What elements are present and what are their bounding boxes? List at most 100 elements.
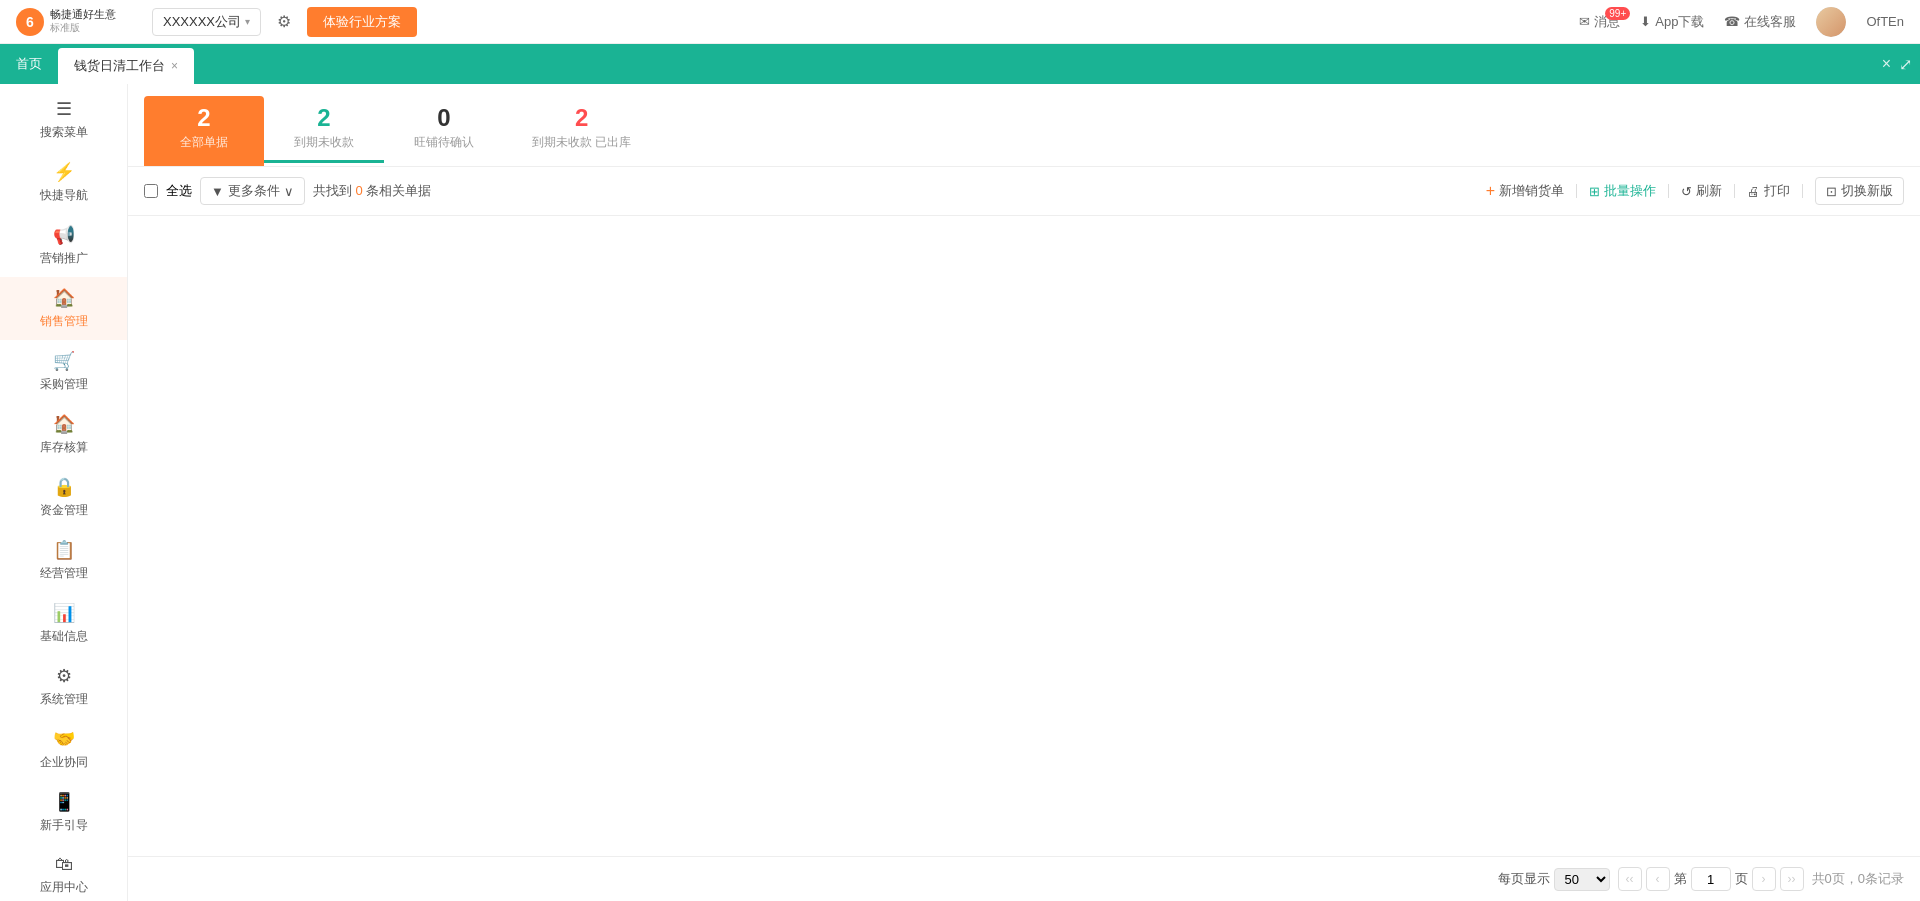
sidebar-label-sales: 销售管理: [40, 313, 88, 330]
sidebar-item-guide[interactable]: 📱 新手引导: [0, 781, 127, 844]
stat-tab-overdue-unpaid[interactable]: 2 到期未收款: [264, 96, 384, 166]
batch-icon: ⊞: [1589, 184, 1600, 199]
plus-icon: +: [1486, 182, 1495, 200]
switch-icon: ⊡: [1826, 184, 1837, 199]
separator-3: [1734, 184, 1735, 198]
finance-icon: 🔒: [53, 476, 75, 498]
batch-label: 批量操作: [1604, 182, 1656, 200]
app-download-label: App下载: [1655, 13, 1704, 31]
content-area: 2 全部单据 2 到期未收款 0 旺铺待确认 2 到期未收款 已出库 全选: [128, 84, 1920, 901]
sidebar-item-search-menu[interactable]: ☰ 搜索菜单: [0, 88, 127, 151]
sidebar-item-inventory[interactable]: 🏠 库存核算: [0, 403, 127, 466]
sidebar-item-purchase[interactable]: 🛒 采购管理: [0, 340, 127, 403]
switch-label: 切换新版: [1841, 182, 1893, 200]
settings-button[interactable]: ⚙: [269, 7, 299, 37]
new-sales-order-button[interactable]: + 新增销货单: [1486, 182, 1564, 200]
tabs-actions: × ⤢: [1882, 55, 1920, 74]
sidebar-label-purchase: 采购管理: [40, 376, 88, 393]
refresh-button[interactable]: ↺ 刷新: [1681, 182, 1722, 200]
user-name-text: OfTEn: [1866, 14, 1904, 29]
app-center-icon: 🛍: [55, 854, 73, 875]
stat-label-overdue-shipped: 到期未收款 已出库: [532, 134, 631, 151]
tabs-bar: 首页 钱货日清工作台 × × ⤢: [0, 44, 1920, 84]
app-version: 标准版: [50, 21, 116, 35]
stat-tab-all[interactable]: 2 全部单据: [144, 96, 264, 166]
base-info-icon: 📊: [53, 602, 75, 624]
stat-label-overdue-unpaid: 到期未收款: [294, 134, 354, 151]
tab-active[interactable]: 钱货日清工作台 ×: [58, 48, 194, 84]
sidebar-item-app-center[interactable]: 🛍 应用中心: [0, 844, 127, 901]
select-all-checkbox[interactable]: [144, 184, 158, 198]
toolbar-left: 全选 ▼ 更多条件 ∨ 共找到 0 条相关单据: [144, 177, 1474, 205]
sidebar-label-search-menu: 搜索菜单: [40, 124, 88, 141]
last-page-button[interactable]: ››: [1780, 867, 1804, 891]
stat-number-pending: 0: [437, 104, 450, 132]
trial-button[interactable]: 体验行业方案: [307, 7, 417, 37]
top-header: 6 畅捷通好生意 标准版 XXXXXX公司 ▾ ⚙ 体验行业方案 ✉ 消息 99…: [0, 0, 1920, 44]
download-icon: ⬇: [1640, 14, 1651, 29]
page-label: 第: [1674, 870, 1687, 888]
tab-close-icon[interactable]: ×: [171, 59, 178, 73]
service-icon: ☎: [1724, 14, 1740, 29]
toolbar-right: + 新增销货单 ⊞ 批量操作 ↺ 刷新 🖨 打印: [1486, 177, 1904, 205]
stat-number-all: 2: [197, 104, 210, 132]
switch-version-button[interactable]: ⊡ 切换新版: [1815, 177, 1904, 205]
stat-tab-pending[interactable]: 0 旺铺待确认: [384, 96, 504, 166]
app-download-button[interactable]: ⬇ App下载: [1640, 13, 1704, 31]
company-name: XXXXXX公司: [163, 13, 241, 31]
per-page-selector[interactable]: 50 100 200: [1554, 868, 1610, 891]
separator-1: [1576, 184, 1577, 198]
quick-nav-icon: ⚡: [53, 161, 75, 183]
sidebar-item-marketing[interactable]: 📢 营销推广: [0, 214, 127, 277]
refresh-label: 刷新: [1696, 182, 1722, 200]
batch-operation-button[interactable]: ⊞ 批量操作: [1589, 182, 1656, 200]
logo-area: 6 畅捷通好生意 标准版: [16, 8, 144, 36]
stat-label-pending: 旺铺待确认: [414, 134, 474, 151]
tab-close-action[interactable]: ×: [1882, 55, 1891, 73]
sidebar-item-base-info[interactable]: 📊 基础信息: [0, 592, 127, 655]
header-right: ✉ 消息 99+ ⬇ App下载 ☎ 在线客服 OfTEn: [1579, 7, 1904, 37]
sidebar-label-operations: 经营管理: [40, 565, 88, 582]
prev-page-button[interactable]: ‹: [1646, 867, 1670, 891]
page-suffix: 页: [1735, 870, 1748, 888]
sidebar-label-guide: 新手引导: [40, 817, 88, 834]
first-page-button[interactable]: ‹‹: [1618, 867, 1642, 891]
stat-number-overdue-shipped: 2: [575, 104, 588, 132]
page-number-input[interactable]: [1691, 867, 1731, 891]
company-selector[interactable]: XXXXXX公司 ▾: [152, 8, 261, 36]
sidebar-item-quick-nav[interactable]: ⚡ 快捷导航: [0, 151, 127, 214]
sidebar-item-system[interactable]: ⚙ 系统管理: [0, 655, 127, 718]
sidebar-item-sales[interactable]: 🏠 销售管理: [0, 277, 127, 340]
user-name[interactable]: OfTEn: [1866, 14, 1904, 29]
filter-button[interactable]: ▼ 更多条件 ∨: [200, 177, 305, 205]
avatar[interactable]: [1816, 7, 1846, 37]
inventory-icon: 🏠: [53, 413, 75, 435]
new-btn-label: 新增销货单: [1499, 182, 1564, 200]
sidebar-label-quick-nav: 快捷导航: [40, 187, 88, 204]
search-menu-icon: ☰: [56, 98, 72, 120]
sidebar-item-enterprise[interactable]: 🤝 企业协同: [0, 718, 127, 781]
print-button[interactable]: 🖨 打印: [1747, 182, 1790, 200]
online-service-label: 在线客服: [1744, 13, 1796, 31]
table-area: [128, 216, 1920, 856]
message-icon: ✉: [1579, 14, 1590, 29]
tab-home[interactable]: 首页: [0, 44, 58, 84]
sidebar-item-operations[interactable]: 📋 经营管理: [0, 529, 127, 592]
avatar-image: [1816, 7, 1846, 37]
next-page-button[interactable]: ›: [1752, 867, 1776, 891]
enterprise-icon: 🤝: [53, 728, 75, 750]
pagination-bar: 每页显示 50 100 200 ‹‹ ‹ 第 页 › ›› 共0页，0条记录: [128, 856, 1920, 901]
tab-maximize-action[interactable]: ⤢: [1899, 55, 1912, 74]
separator-2: [1668, 184, 1669, 198]
chevron-down-icon: ▾: [245, 16, 250, 27]
stat-tab-overdue-shipped[interactable]: 2 到期未收款 已出库: [504, 96, 659, 166]
app-logo-icon: 6: [16, 8, 44, 36]
stat-label-all: 全部单据: [180, 134, 228, 151]
message-button[interactable]: ✉ 消息 99+: [1579, 13, 1620, 31]
marketing-icon: 📢: [53, 224, 75, 246]
sidebar-item-finance[interactable]: 🔒 资金管理: [0, 466, 127, 529]
sidebar-label-system: 系统管理: [40, 691, 88, 708]
online-service-button[interactable]: ☎ 在线客服: [1724, 13, 1796, 31]
app-name: 畅捷通好生意: [50, 8, 116, 21]
stat-number-overdue-unpaid: 2: [317, 104, 330, 132]
